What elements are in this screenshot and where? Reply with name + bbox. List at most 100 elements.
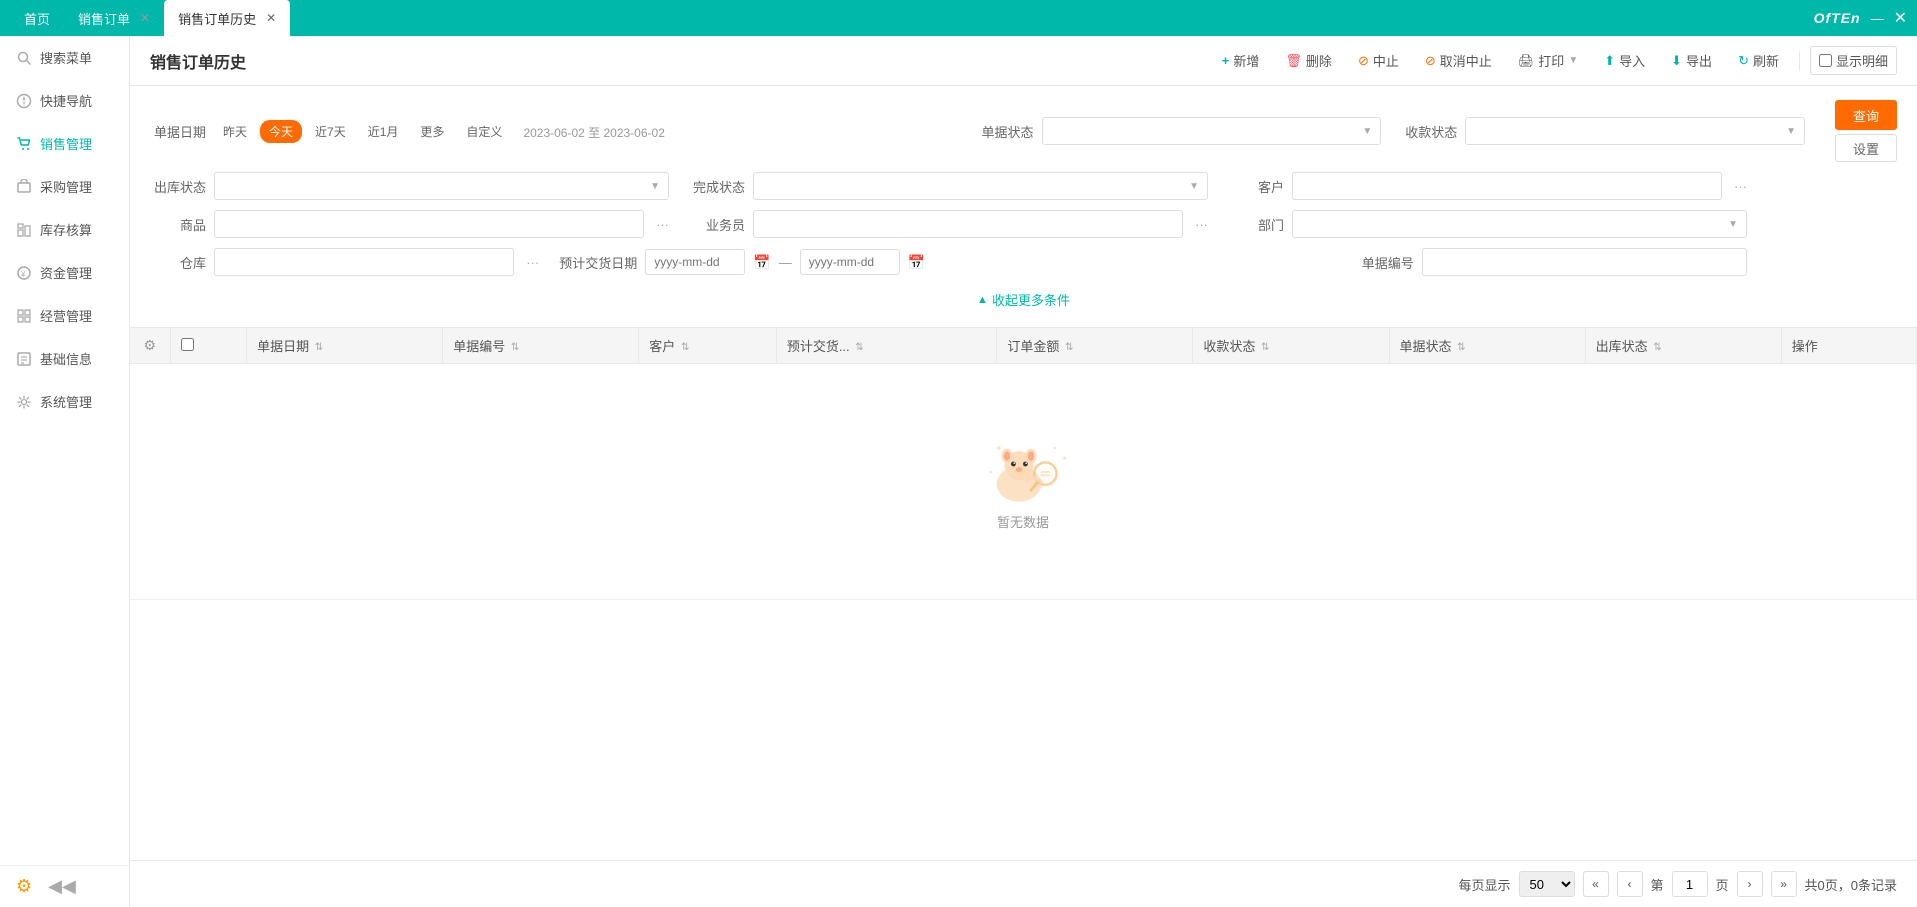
refresh-button[interactable]: ↻ 刷新 (1728, 47, 1789, 74)
filter-bill-status: 单据状态 ▼ (978, 117, 1382, 145)
bill-no-col-header[interactable]: 单据编号 ⇅ (443, 328, 639, 364)
sidebar-item-finance[interactable]: ¥ 资金管理 (0, 251, 129, 294)
filter-bill-no: 单据编号 (1358, 248, 1747, 276)
cancel-stop-button[interactable]: ⊘ 取消中止 (1415, 47, 1502, 74)
close-icon[interactable]: ✕ (1894, 8, 1907, 28)
tab-home[interactable]: 首页 (10, 0, 64, 36)
settings-col-header: ⚙ (130, 328, 170, 364)
customer-col-header[interactable]: 客户 ⇅ (639, 328, 777, 364)
date-tag-more[interactable]: 更多 (411, 120, 453, 143)
sidebar-item-system-label: 系统管理 (40, 392, 92, 411)
calendar-end-icon[interactable]: 📅 (908, 254, 925, 271)
warehouse-input[interactable] (214, 248, 514, 276)
complete-status-label: 完成状态 (689, 177, 745, 196)
export-button[interactable]: ⬇ 导出 (1661, 47, 1722, 74)
bill-status-col-header[interactable]: 单据状态 ⇅ (1389, 328, 1585, 364)
tab-sales-order-history[interactable]: 销售订单历史 ✕ (164, 0, 290, 36)
setup-button[interactable]: 设置 (1835, 134, 1897, 162)
amount-col-header[interactable]: 订单金额 ⇅ (997, 328, 1193, 364)
bill-date-col-header[interactable]: 单据日期 ⇅ (247, 328, 443, 364)
page-number-input[interactable] (1672, 871, 1708, 897)
delivery-date-end-input[interactable] (800, 249, 900, 275)
customer-dots-icon[interactable]: ··· (1734, 179, 1747, 194)
calendar-start-icon[interactable]: 📅 (753, 254, 770, 271)
print-button[interactable]: 🖨 打印 ▼ (1508, 47, 1588, 74)
prev-page-button[interactable]: ‹ (1617, 871, 1643, 897)
next-page-button[interactable]: › (1737, 871, 1763, 897)
money-icon: ¥ (16, 265, 32, 281)
brand-label: OfTEn (1814, 10, 1861, 26)
customer-input[interactable] (1292, 172, 1722, 200)
date-tag-yesterday[interactable]: 昨天 (214, 120, 256, 143)
sidebar-item-basicinfo-label: 基础信息 (40, 349, 92, 368)
stop-icon: ⊘ (1358, 53, 1369, 69)
bill-no-input[interactable] (1422, 248, 1747, 276)
sidebar-item-purchase[interactable]: 采购管理 (0, 165, 129, 208)
query-setup-buttons: 查询 设置 (1835, 100, 1897, 162)
table-settings-icon[interactable]: ⚙ (143, 337, 156, 353)
sidebar-item-quicknav[interactable]: 快捷导航 (0, 79, 129, 122)
delivery-date-start-input[interactable] (645, 249, 745, 275)
out-status-select[interactable]: ▼ (214, 172, 669, 200)
import-button[interactable]: ⬆ 导入 (1594, 47, 1655, 74)
data-table: ⚙ 单据日期 ⇅ 单据编号 ⇅ (130, 328, 1917, 600)
query-button[interactable]: 查询 (1835, 100, 1897, 130)
date-tag-7days[interactable]: 近7天 (306, 120, 355, 143)
filter-row-3: 商品 ··· 业务员 ··· 部门 ▼ (150, 210, 1897, 238)
select-all-checkbox[interactable] (181, 338, 194, 351)
delivery-col-header[interactable]: 预计交货... ⇅ (776, 328, 997, 364)
department-select[interactable]: ▼ (1292, 210, 1747, 238)
pay-status-select[interactable]: ▼ (1465, 117, 1805, 145)
product-label: 商品 (150, 215, 206, 234)
delivery-sort-icon: ⇅ (855, 342, 863, 353)
add-button[interactable]: + 新增 (1212, 47, 1270, 74)
sidebar-item-system[interactable]: 系统管理 (0, 380, 129, 423)
date-filter-label: 单据日期 (150, 122, 206, 141)
table-body: 暂无数据 (130, 364, 1917, 600)
sidebar-item-search[interactable]: 搜索菜单 (0, 36, 129, 79)
filter-date: 单据日期 昨天 今天 近7天 近1月 更多 自定义 2023-06-0 (150, 120, 958, 143)
sidebar-item-sales[interactable]: 销售管理 (0, 122, 129, 165)
last-page-button[interactable]: » (1771, 871, 1797, 897)
pay-status-col-header[interactable]: 收款状态 ⇅ (1193, 328, 1389, 364)
collapse-button[interactable]: ▲ 收起更多条件 (977, 286, 1070, 313)
show-detail-checkbox[interactable]: 显示明细 (1810, 46, 1897, 75)
date-tag-custom[interactable]: 自定义 (457, 120, 511, 143)
out-status-sort-icon: ⇅ (1653, 342, 1661, 353)
import-icon: ⬆ (1604, 53, 1615, 69)
date-tag-1month[interactable]: 近1月 (359, 120, 408, 143)
product-dots-icon[interactable]: ··· (656, 217, 669, 232)
date-tag-today[interactable]: 今天 (260, 120, 302, 143)
delete-button[interactable]: 🗑 删除 (1275, 47, 1342, 74)
date-filter-control: 昨天 今天 近7天 近1月 更多 自定义 2023-06-02 至 2023-0… (214, 120, 958, 143)
stop-button[interactable]: ⊘ 中止 (1348, 47, 1409, 74)
page-size-select[interactable]: 50 10 20 100 (1519, 871, 1575, 897)
filter-delivery-date: 预计交货日期 📅 — 📅 (559, 249, 1338, 275)
tab-sales-order[interactable]: 销售订单 ✕ (64, 0, 164, 36)
out-status-col-header[interactable]: 出库状态 ⇅ (1585, 328, 1781, 364)
toolbar: + 新增 🗑 删除 ⊘ 中止 ⊘ 取消中止 🖨 打印 (1212, 46, 1897, 75)
sidebar-item-inventory[interactable]: 库存核算 (0, 208, 129, 251)
sidebar-settings-icon[interactable]: ⚙ (16, 876, 32, 897)
close-sales-order-history-tab[interactable]: ✕ (266, 11, 276, 25)
sidebar-item-basicinfo[interactable]: 基础信息 (0, 337, 129, 380)
sidebar-collapse-icon[interactable]: ◀◀ (48, 876, 76, 897)
salesperson-input[interactable] (753, 210, 1183, 238)
page-unit: 页 (1716, 875, 1729, 894)
salesperson-dots-icon[interactable]: ··· (1195, 217, 1208, 232)
warehouse-dots-icon[interactable]: ··· (526, 255, 539, 270)
first-page-button[interactable]: « (1583, 871, 1609, 897)
product-input[interactable] (214, 210, 644, 238)
table-header-row: ⚙ 单据日期 ⇅ 单据编号 ⇅ (130, 328, 1917, 364)
minimize-icon[interactable]: — (1871, 11, 1884, 26)
bill-date-sort-icon: ⇅ (315, 342, 323, 353)
complete-status-select[interactable]: ▼ (753, 172, 1208, 200)
tab-sales-order-label: 销售订单 (78, 9, 130, 28)
sidebar-item-operations[interactable]: 经营管理 (0, 294, 129, 337)
sidebar-item-finance-label: 资金管理 (40, 263, 92, 282)
export-icon: ⬇ (1671, 53, 1682, 69)
bill-status-select[interactable]: ▼ (1042, 117, 1382, 145)
close-sales-order-tab[interactable]: ✕ (140, 11, 150, 25)
show-detail-input[interactable] (1819, 54, 1832, 67)
amount-sort-icon: ⇅ (1065, 342, 1073, 353)
